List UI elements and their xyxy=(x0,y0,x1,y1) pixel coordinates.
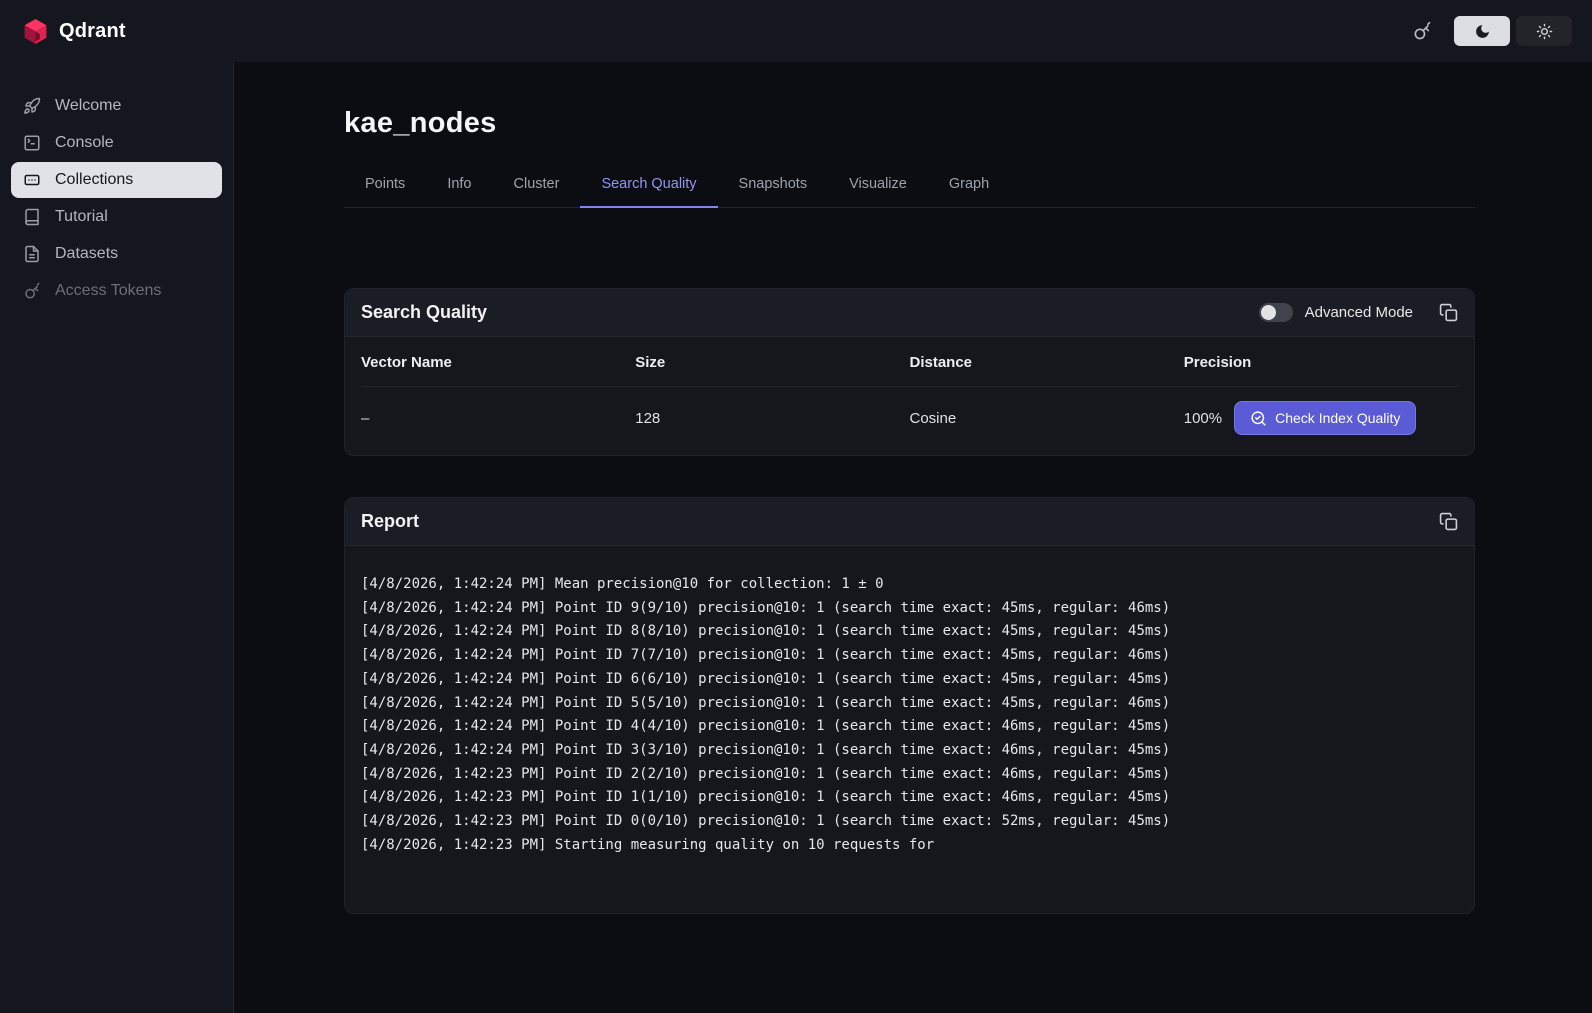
brand-name: Qdrant xyxy=(59,19,126,42)
sidebar-item-access-tokens[interactable]: Access Tokens xyxy=(11,273,222,309)
sidebar-item-collections[interactable]: Collections xyxy=(11,162,222,198)
tab-cluster[interactable]: Cluster xyxy=(493,170,581,207)
precision-value: 100% xyxy=(1183,409,1223,427)
main-content: kae_nodes Points Info Cluster Search Qua… xyxy=(234,62,1592,1013)
log-line: [4/8/2026, 1:42:24 PM] Point ID 8(8/10) … xyxy=(361,623,1171,640)
advanced-mode-control: Advanced Mode xyxy=(1258,303,1413,322)
advanced-mode-toggle[interactable] xyxy=(1258,303,1293,322)
log-line: [4/8/2026, 1:42:24 PM] Point ID 4(4/10) … xyxy=(361,718,1171,735)
file-icon xyxy=(25,245,39,263)
sidebar: Welcome Console Collections Tutorial Dat… xyxy=(0,62,234,1013)
advanced-mode-label: Advanced Mode xyxy=(1304,304,1413,321)
key-icon xyxy=(25,282,40,299)
sidebar-item-label: Tutorial xyxy=(55,208,108,225)
column-header-vector-name: Vector Name xyxy=(361,354,452,371)
sidebar-item-welcome[interactable]: Welcome xyxy=(11,88,222,124)
table-row: – 128 Cosine 100% Check Index Quality xyxy=(361,387,1458,451)
sidebar-item-label: Collections xyxy=(55,171,134,188)
log-line: [4/8/2026, 1:42:24 PM] Point ID 9(9/10) … xyxy=(361,599,1171,616)
log-line: [4/8/2026, 1:42:24 PM] Point ID 7(7/10) … xyxy=(361,647,1171,664)
topbar-actions xyxy=(1412,16,1572,46)
sidebar-item-tutorial[interactable]: Tutorial xyxy=(11,199,222,235)
book-icon xyxy=(25,208,39,226)
check-index-quality-button[interactable]: Check Index Quality xyxy=(1234,401,1417,435)
search-check-icon xyxy=(1251,410,1266,426)
report-log: [4/8/2026, 1:42:24 PM] Mean precision@10… xyxy=(345,546,1474,913)
log-line: [4/8/2026, 1:42:24 PM] Point ID 3(3/10) … xyxy=(361,741,1171,758)
page-title: kae_nodes xyxy=(344,107,497,139)
vectors-table: Vector Name Size Distance Precision – 12… xyxy=(345,337,1474,455)
tab-graph[interactable]: Graph xyxy=(928,170,1010,207)
copy-icon[interactable] xyxy=(1439,303,1458,322)
sidebar-item-label: Datasets xyxy=(55,245,119,262)
size-value: 128 xyxy=(635,409,661,427)
sidebar-item-console[interactable]: Console xyxy=(11,125,222,161)
log-line: [4/8/2026, 1:42:23 PM] Point ID 1(1/10) … xyxy=(361,789,1171,806)
search-quality-card: Search Quality Advanced Mode Vector Name xyxy=(344,288,1475,456)
sun-icon xyxy=(1536,23,1552,39)
api-key-icon[interactable] xyxy=(1412,21,1432,41)
toggle-knob xyxy=(1260,305,1276,320)
search-quality-card-header: Search Quality Advanced Mode xyxy=(345,289,1474,337)
log-line: [4/8/2026, 1:42:23 PM] Point ID 2(2/10) … xyxy=(361,765,1171,782)
dark-mode-button[interactable] xyxy=(1454,16,1510,46)
moon-icon xyxy=(1475,24,1489,38)
vector-name-value: – xyxy=(361,409,370,427)
column-header-distance: Distance xyxy=(909,354,973,371)
copy-icon[interactable] xyxy=(1439,512,1458,531)
log-line: [4/8/2026, 1:42:24 PM] Mean precision@10… xyxy=(361,576,884,592)
sidebar-item-label: Console xyxy=(55,134,114,151)
sidebar-item-label: Access Tokens xyxy=(55,282,162,299)
column-header-precision: Precision xyxy=(1183,354,1252,371)
qdrant-app: Qdrant Welcome Console Collections Tutor… xyxy=(0,0,1592,1013)
log-line: [4/8/2026, 1:42:24 PM] Point ID 6(6/10) … xyxy=(361,670,1171,687)
tab-info[interactable]: Info xyxy=(426,170,492,207)
theme-toggle xyxy=(1454,16,1572,46)
log-line: [4/8/2026, 1:42:23 PM] Point ID 0(0/10) … xyxy=(361,813,1171,830)
log-line: [4/8/2026, 1:42:23 PM] Starting measurin… xyxy=(361,836,935,853)
distance-value: Cosine xyxy=(909,409,957,427)
light-mode-button[interactable] xyxy=(1516,16,1572,46)
top-bar: Qdrant xyxy=(0,0,1592,62)
report-card-header: Report xyxy=(345,498,1474,546)
card-title: Search Quality xyxy=(361,302,488,322)
brand: Qdrant xyxy=(22,18,126,45)
table-header-row: Vector Name Size Distance Precision xyxy=(361,337,1458,387)
rocket-icon xyxy=(24,97,41,114)
log-line: [4/8/2026, 1:42:24 PM] Point ID 5(5/10) … xyxy=(361,694,1171,711)
card-title: Report xyxy=(361,511,419,531)
report-card: Report [4/8/2026, 1:42:24 PM] Mean preci… xyxy=(344,497,1475,915)
tab-snapshots[interactable]: Snapshots xyxy=(718,170,829,207)
tab-visualize[interactable]: Visualize xyxy=(828,170,928,207)
check-button-label: Check Index Quality xyxy=(1275,410,1401,426)
collections-icon xyxy=(24,174,40,186)
column-header-size: Size xyxy=(635,354,666,371)
qdrant-logo-icon xyxy=(24,18,47,44)
terminal-icon xyxy=(24,135,40,151)
sidebar-item-datasets[interactable]: Datasets xyxy=(11,236,222,272)
tab-search-quality[interactable]: Search Quality xyxy=(580,170,718,208)
tab-points[interactable]: Points xyxy=(344,170,426,207)
collection-tabs: Points Info Cluster Search Quality Snaps… xyxy=(344,170,1475,208)
sidebar-item-label: Welcome xyxy=(55,97,122,114)
